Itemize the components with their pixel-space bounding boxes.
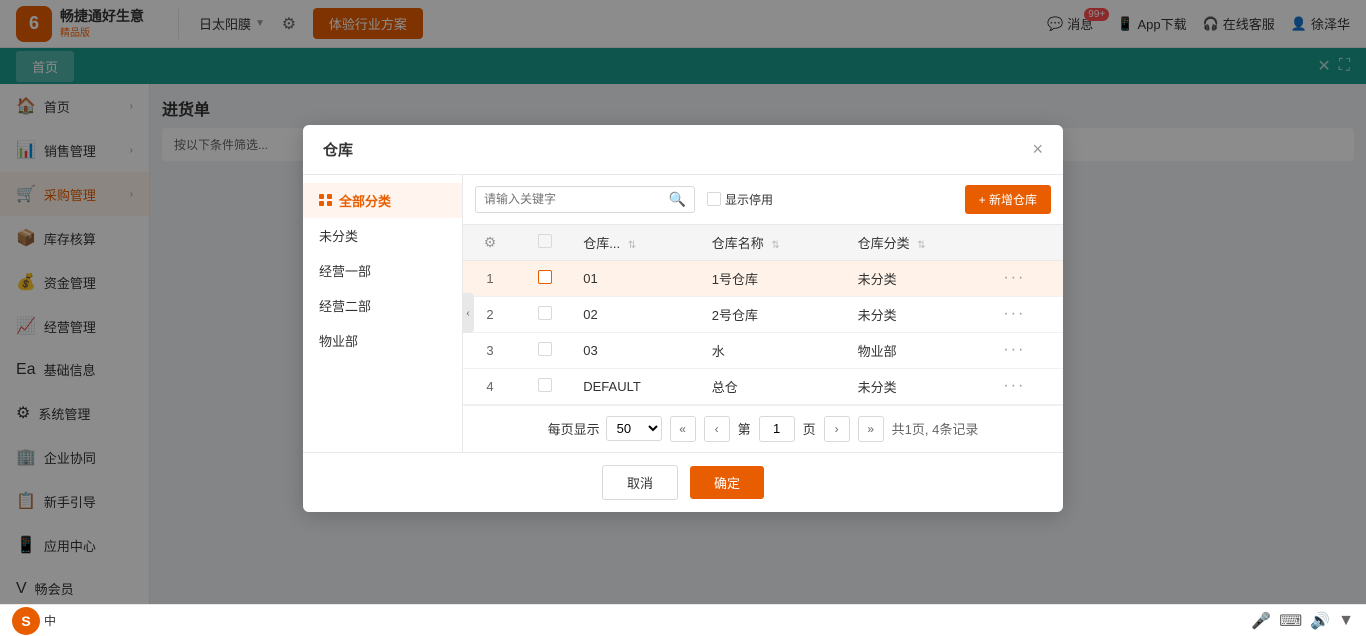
grid-icon: [319, 194, 333, 206]
chevron-down-icon[interactable]: ▼: [1338, 612, 1354, 630]
modal-title: 仓库: [323, 139, 353, 160]
row-code-3: DEFAULT: [573, 368, 701, 404]
row-actions-2[interactable]: ···: [993, 332, 1063, 368]
row-category-1: 未分类: [848, 296, 994, 332]
row-actions-1[interactable]: ···: [993, 296, 1063, 332]
row-num-3: 4: [463, 368, 517, 404]
page-unit: 页: [803, 419, 816, 438]
col-name-header: 仓库名称 ⇅: [702, 224, 848, 260]
category-item-2[interactable]: 经营二部: [303, 288, 462, 323]
sort-code-icon[interactable]: ⇅: [628, 240, 636, 251]
per-page-select[interactable]: 50 20 100: [606, 416, 662, 441]
mic-icon[interactable]: 🎤: [1251, 611, 1271, 631]
category-all[interactable]: 全部分类: [303, 183, 462, 218]
table-area: 🔍 显示停用 + 新增仓库 ⚙: [463, 175, 1063, 452]
per-page-label: 每页显示: [548, 419, 600, 438]
row-name-1: 2号仓库: [702, 296, 848, 332]
warehouse-table: ⚙ 仓库... ⇅ 仓库名称: [463, 224, 1063, 405]
col-checkbox: [517, 224, 573, 260]
modal-footer: 取消 确定: [303, 452, 1063, 512]
column-settings-icon[interactable]: ⚙: [484, 234, 497, 250]
show-disabled-checkbox[interactable]: [707, 192, 721, 206]
row-more-icon-0[interactable]: ···: [1003, 269, 1025, 286]
col-code-label: 仓库...: [583, 236, 620, 251]
bottom-brand: 中: [44, 612, 56, 629]
speaker-icon[interactable]: 🔊: [1310, 611, 1330, 631]
row-checkbox-2[interactable]: [517, 332, 573, 368]
row-num-0: 1: [463, 260, 517, 296]
col-code-header: 仓库... ⇅: [573, 224, 701, 260]
search-icon: 🔍: [669, 191, 686, 208]
col-gear: ⚙: [463, 224, 517, 260]
row-checkbox-0[interactable]: [517, 260, 573, 296]
select-all-checkbox[interactable]: [538, 234, 552, 248]
modal-close-button[interactable]: ×: [1032, 139, 1043, 160]
row-code-0: 01: [573, 260, 701, 296]
row-select-checkbox-3[interactable]: [538, 378, 552, 392]
row-name-2: 水: [702, 332, 848, 368]
prev-page-button[interactable]: ‹: [704, 416, 730, 442]
row-num-2: 3: [463, 332, 517, 368]
row-checkbox-3[interactable]: [517, 368, 573, 404]
bottom-bar: S 中 🎤 ⌨ 🔊 ▼: [0, 604, 1366, 636]
col-name-label: 仓库名称: [712, 236, 764, 251]
cancel-button[interactable]: 取消: [602, 465, 678, 500]
row-more-icon-2[interactable]: ···: [1003, 341, 1025, 358]
bottom-logo: S 中: [12, 607, 56, 635]
warehouse-modal: 仓库 × 全部分类 未分类 经营一部 经营二部 物业部 ‹: [303, 125, 1063, 512]
row-name-3: 总仓: [702, 368, 848, 404]
row-more-icon-3[interactable]: ···: [1003, 377, 1025, 394]
row-select-checkbox-0[interactable]: [538, 270, 552, 284]
total-info: 共1页, 4条记录: [892, 419, 979, 438]
page-number-input[interactable]: [759, 416, 795, 442]
sort-name-icon[interactable]: ⇅: [771, 240, 779, 251]
cat-collapse-button[interactable]: ‹: [462, 293, 474, 333]
bottom-icons: 🎤 ⌨ 🔊 ▼: [1251, 611, 1354, 631]
row-checkbox-1[interactable]: [517, 296, 573, 332]
row-more-icon-1[interactable]: ···: [1003, 305, 1025, 322]
bottom-logo-icon: S: [12, 607, 40, 635]
table-row[interactable]: 4 DEFAULT 总仓 未分类 ···: [463, 368, 1063, 404]
row-code-2: 03: [573, 332, 701, 368]
page-label: 第: [738, 419, 751, 438]
table-row[interactable]: 1 01 1号仓库 未分类 ···: [463, 260, 1063, 296]
col-category-header: 仓库分类 ⇅: [848, 224, 994, 260]
keyboard-icon[interactable]: ⌨: [1279, 611, 1302, 631]
per-page-select-wrap: 每页显示 50 20 100: [548, 416, 662, 441]
row-category-2: 物业部: [848, 332, 994, 368]
row-name-0: 1号仓库: [702, 260, 848, 296]
table-row[interactable]: 2 02 2号仓库 未分类 ···: [463, 296, 1063, 332]
category-all-label: 全部分类: [339, 191, 391, 210]
row-actions-0[interactable]: ···: [993, 260, 1063, 296]
category-item-3[interactable]: 物业部: [303, 323, 462, 358]
modal-header: 仓库 ×: [303, 125, 1063, 175]
row-actions-3[interactable]: ···: [993, 368, 1063, 404]
show-disabled-option[interactable]: 显示停用: [707, 191, 773, 208]
row-select-checkbox-2[interactable]: [538, 342, 552, 356]
pagination: 每页显示 50 20 100 « ‹ 第 页 › » 共1页, 4条记录: [463, 405, 1063, 452]
table-row[interactable]: 3 03 水 物业部 ···: [463, 332, 1063, 368]
first-page-button[interactable]: «: [670, 416, 696, 442]
col-category-label: 仓库分类: [858, 236, 910, 251]
search-input[interactable]: [484, 192, 665, 206]
search-box[interactable]: 🔍: [475, 186, 695, 213]
category-item-1[interactable]: 经营一部: [303, 253, 462, 288]
confirm-button[interactable]: 确定: [690, 466, 764, 499]
row-category-3: 未分类: [848, 368, 994, 404]
sort-category-icon[interactable]: ⇅: [917, 240, 925, 251]
modal-overlay: 仓库 × 全部分类 未分类 经营一部 经营二部 物业部 ‹: [0, 0, 1366, 636]
category-item-0[interactable]: 未分类: [303, 218, 462, 253]
modal-body: 全部分类 未分类 经营一部 经营二部 物业部 ‹ 🔍: [303, 175, 1063, 452]
col-actions-header: [993, 224, 1063, 260]
last-page-button[interactable]: »: [858, 416, 884, 442]
row-code-1: 02: [573, 296, 701, 332]
row-select-checkbox-1[interactable]: [538, 306, 552, 320]
add-warehouse-button[interactable]: + 新增仓库: [965, 185, 1051, 214]
row-category-0: 未分类: [848, 260, 994, 296]
next-page-button[interactable]: ›: [824, 416, 850, 442]
table-toolbar: 🔍 显示停用 + 新增仓库: [463, 175, 1063, 224]
show-disabled-label: 显示停用: [725, 191, 773, 208]
category-sidebar: 全部分类 未分类 经营一部 经营二部 物业部 ‹: [303, 175, 463, 452]
